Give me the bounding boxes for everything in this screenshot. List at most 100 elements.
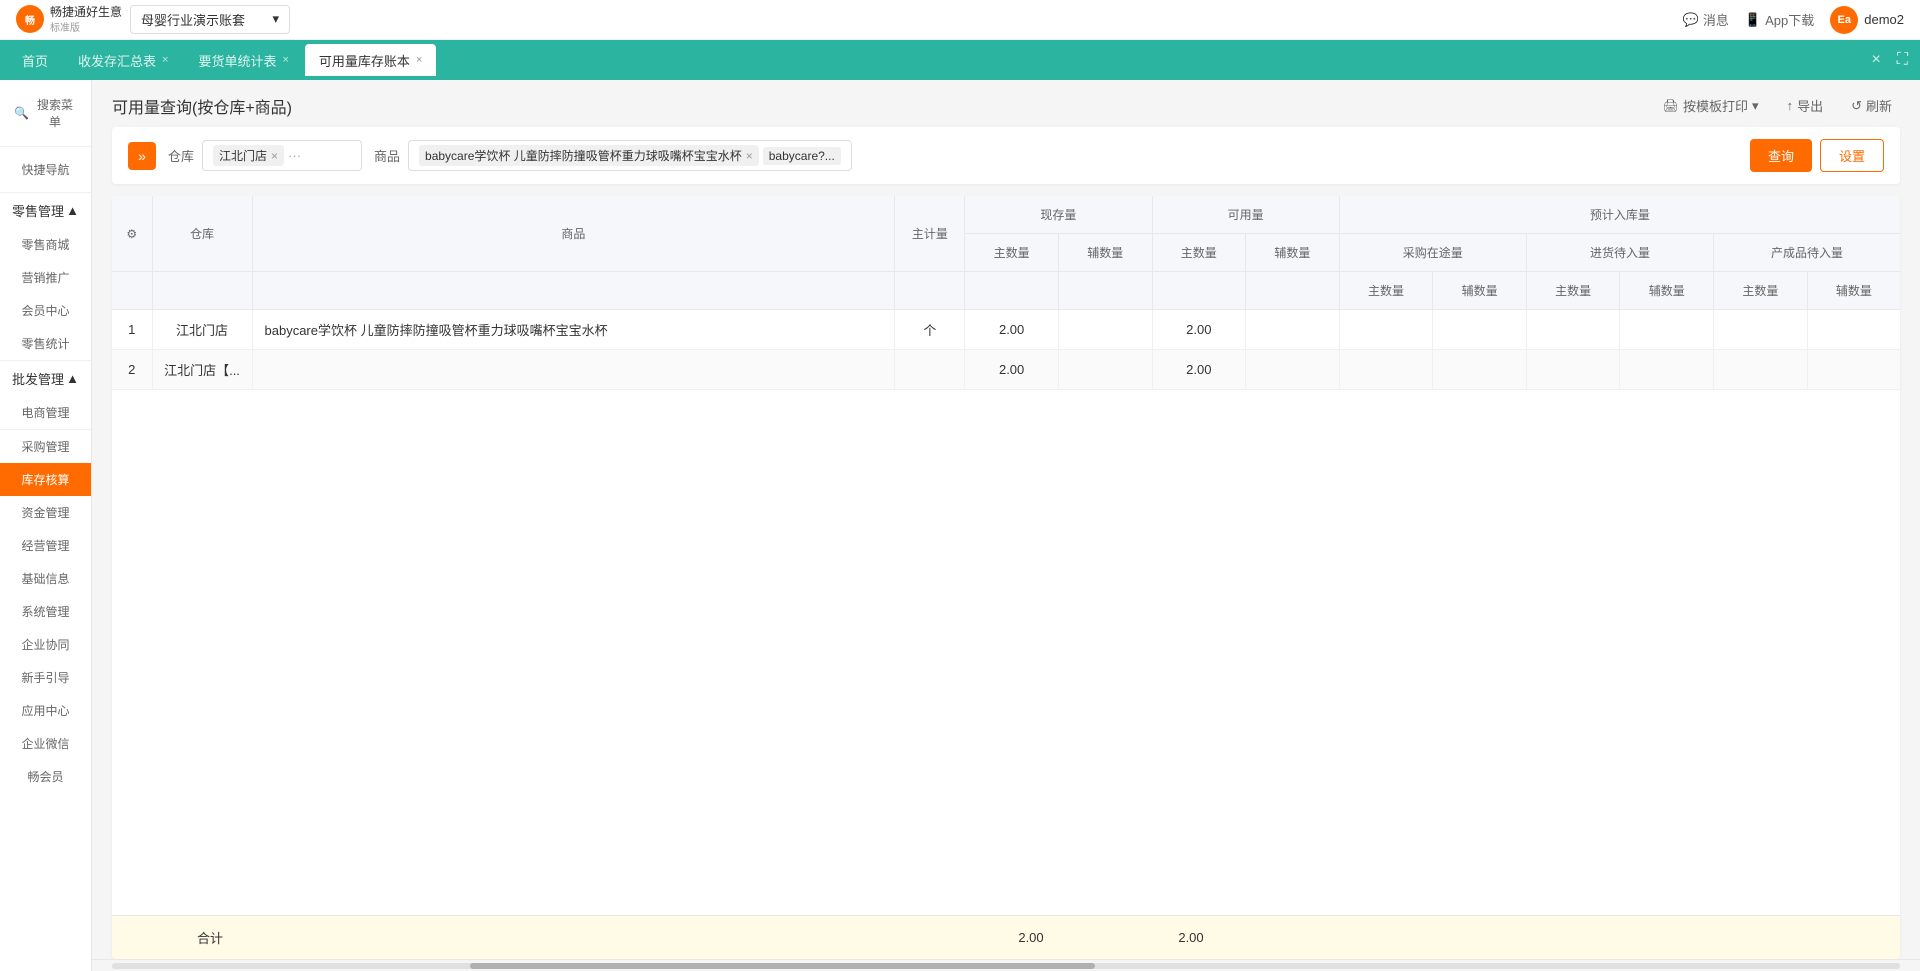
expand-button[interactable]: ⛶ [1893,47,1912,73]
table-row: 1 江北门店 babycare学饮杯 儿童防摔防撞吸管杯重力球吸嘴杯宝宝水杯 个… [112,310,1900,350]
th-ip-aux: 辅数量 [1620,272,1714,310]
sidebar-item-marketing[interactable]: 营销推广 [0,261,91,294]
sidebar-section-wholesale-header[interactable]: 批发管理 ▲ [0,361,91,396]
message-button[interactable]: 💬 消息 [1683,10,1729,29]
tab-inventory[interactable]: 可用量库存账本 × [305,44,436,76]
export-label: 导出 [1797,96,1823,115]
td-pp-aux-1 [1807,310,1900,350]
sidebar-item-purchase[interactable]: 采购管理 [0,430,91,463]
print-button[interactable]: 🖨 按模板打印 ▾ [1655,92,1767,119]
sidebar-item-retail-stat[interactable]: 零售统计 [0,327,91,360]
sidebar-item-finance[interactable]: 资金管理 [0,496,91,529]
logo-text-block: 畅捷通好生意 标准版 [50,5,122,34]
th-av-main: 主数量 [1152,234,1246,272]
tab-receivepay[interactable]: 收发存汇总表 × [64,44,182,76]
th-av-aux: 辅数量 [1246,234,1340,272]
query-button[interactable]: 查询 [1750,139,1812,172]
tab-orderstat-label: 要货单统计表 [198,51,276,70]
td-product-2 [252,350,895,390]
chevron-down-print-icon: ▾ [1752,98,1759,114]
sidebar-item-ecommerce[interactable]: 电商管理 [0,396,91,429]
sidebar-item-member-center[interactable]: 会员中心 [0,294,91,327]
scrollbar-area [92,959,1920,971]
industry-select-value: 母婴行业演示账套 [141,10,245,29]
tab-orderstat-close[interactable]: × [282,54,288,66]
product-tag-1-remove[interactable]: × [746,149,753,163]
scrollbar-track[interactable] [112,963,1900,969]
data-table: ⚙ 仓库 商品 主计量 现存量 可用量 预计入库量 主数量 辅数量 [112,196,1900,390]
tab-inventory-close[interactable]: × [416,54,422,66]
th-planned-inbound: 预计入库量 [1339,196,1900,234]
settings-button[interactable]: 设置 [1820,139,1884,172]
logo-icon: 畅 [16,5,44,33]
sidebar: 🔍 搜索菜单 快捷导航 零售管理 ▲ 零售商城 营销推广 会员中心 零售统计 批… [0,80,92,971]
sidebar-item-operations[interactable]: 经营管理 [0,529,91,562]
tab-home[interactable]: 首页 [8,44,62,76]
app-download-label: App下载 [1765,10,1814,29]
warehouse-filter-input[interactable]: 江北门店 × ··· [202,140,362,171]
app-download-button[interactable]: 📱 App下载 [1745,10,1814,29]
td-av-aux-1 [1246,310,1340,350]
chevron-down-icon-wholesale: ▲ [66,371,79,386]
sidebar-search-button[interactable]: 🔍 搜索菜单 [8,90,83,136]
warehouse-tag-value: 江北门店 [219,147,267,164]
sidebar-item-system[interactable]: 系统管理 [0,595,91,628]
sidebar-item-inventory[interactable]: 库存核算 [0,463,91,496]
footer-label: 合计 [160,928,260,947]
th-product: 商品 [252,196,895,272]
sidebar-wholesale-label: 批发管理 [12,369,64,388]
table-container: ⚙ 仓库 商品 主计量 现存量 可用量 预计入库量 主数量 辅数量 [112,196,1900,959]
nav-tab-controls: × ⛶ [1867,47,1912,73]
settings-icon[interactable]: ⚙ [126,227,137,241]
warehouse-ellipsis: ··· [288,148,301,163]
sidebar-section-retail-header[interactable]: 零售管理 ▲ [0,193,91,228]
filter-expand-button[interactable]: » [128,142,156,170]
td-pt-main-2 [1339,350,1433,390]
user-area[interactable]: Ea demo2 [1830,6,1904,34]
page-title: 可用量查询(按仓库+商品) [112,94,292,118]
table-row: 2 江北门店【... 2.00 2.00 [112,350,1900,390]
sidebar-item-basic[interactable]: 基础信息 [0,562,91,595]
th-empty-4 [895,272,965,310]
sidebar-item-newbie[interactable]: 新手引导 [0,661,91,694]
sidebar-item-retail-mall[interactable]: 零售商城 [0,228,91,261]
tab-orderstat[interactable]: 要货单统计表 × [184,44,302,76]
warehouse-tag: 江北门店 × [213,145,284,166]
sidebar-item-wecom[interactable]: 企业微信 [0,727,91,760]
th-pp-aux: 辅数量 [1807,272,1900,310]
print-icon: 🖨 [1663,98,1680,114]
sidebar-item-appstore[interactable]: 应用中心 [0,694,91,727]
product-tag-2: babycare?... [763,147,841,165]
message-label: 消息 [1703,10,1729,29]
product-filter-input[interactable]: babycare学饮杯 儿童防摔防撞吸管杯重力球吸嘴杯宝宝水杯 × babyca… [408,140,852,171]
tab-receivepay-close[interactable]: × [162,54,168,66]
warehouse-tag-remove[interactable]: × [271,149,278,163]
th-empty-3 [252,272,895,310]
sidebar-item-enterprise[interactable]: 企业协同 [0,628,91,661]
top-header: 畅 畅捷通好生意 标准版 母婴行业演示账套 ▾ 💬 消息 📱 App下载 Ea … [0,0,1920,40]
sidebar-item-member[interactable]: 畅会员 [0,760,91,793]
th-purchase-transit-label: 采购在途量 [1339,234,1526,272]
avatar-text: Ea [1838,14,1851,26]
td-pp-aux-2 [1807,350,1900,390]
td-pt-main-1 [1339,310,1433,350]
export-button[interactable]: ↑ 导出 [1779,92,1832,119]
filter-warehouse-field: 仓库 江北门店 × ··· [168,140,362,171]
td-av-main-2: 2.00 [1152,350,1246,390]
sidebar-search-area: 🔍 搜索菜单 [0,80,91,147]
scrollbar-thumb[interactable] [470,963,1096,969]
sidebar-item-quick-nav[interactable]: 快捷导航 [0,153,91,186]
refresh-button[interactable]: ↺ 刷新 [1843,92,1900,119]
td-cs-aux-2 [1058,350,1152,390]
warehouse-filter-label: 仓库 [168,146,194,165]
td-unit-2 [895,350,965,390]
close-tab-button[interactable]: × [1867,47,1884,73]
th-cs-aux: 辅数量 [1058,234,1152,272]
tab-inventory-label: 可用量库存账本 [319,51,410,70]
industry-select[interactable]: 母婴行业演示账套 ▾ [130,5,290,34]
filter-product-field: 商品 babycare学饮杯 儿童防摔防撞吸管杯重力球吸嘴杯宝宝水杯 × bab… [374,140,852,171]
refresh-label: 刷新 [1866,96,1892,115]
th-available: 可用量 [1152,196,1339,234]
th-empty-2 [152,272,252,310]
td-ip-aux-1 [1620,310,1714,350]
